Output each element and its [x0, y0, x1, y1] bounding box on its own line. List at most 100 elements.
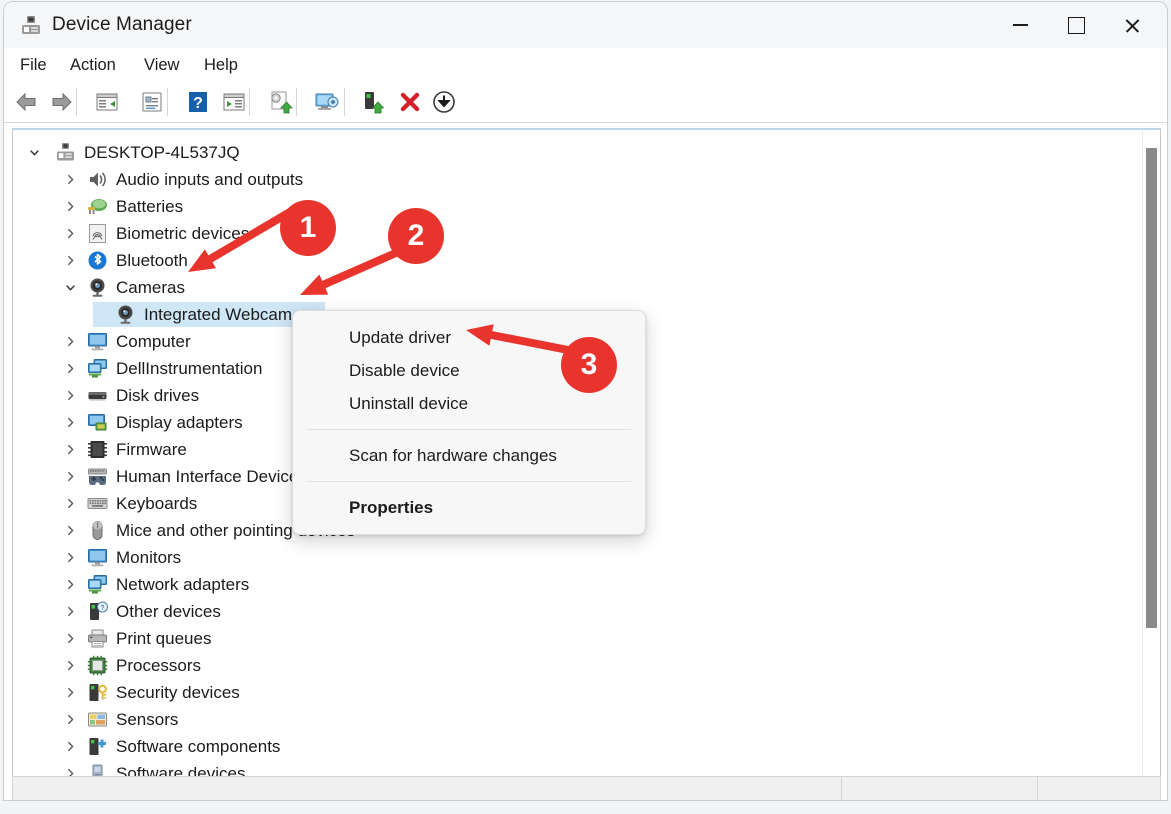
tree-item-label: Cameras	[116, 278, 185, 297]
tree-item[interactable]: Print queues	[13, 625, 1141, 652]
status-bar	[12, 776, 1161, 800]
chevron-down-icon[interactable]	[25, 143, 43, 161]
bluetooth-icon	[87, 250, 108, 271]
tree-item-label: Other devices	[116, 602, 221, 621]
toolbar-separator	[249, 88, 250, 116]
chevron-right-icon[interactable]	[61, 386, 79, 404]
chevron-right-icon[interactable]	[61, 413, 79, 431]
tree-item[interactable]: Biometric devices	[13, 220, 1141, 247]
menu-file[interactable]: File	[12, 53, 55, 77]
chevron-right-icon[interactable]	[61, 170, 79, 188]
tree-item-label: Display adapters	[116, 413, 243, 432]
chevron-right-icon[interactable]	[61, 548, 79, 566]
vertical-scrollbar[interactable]	[1142, 130, 1160, 776]
tree-item-label: Software components	[116, 737, 281, 756]
camera-icon	[87, 277, 108, 298]
back-icon[interactable]	[14, 89, 40, 115]
close-icon	[1124, 17, 1141, 34]
tree-root-node[interactable]: DESKTOP-4L537JQ	[13, 139, 1141, 166]
uninstall-device-icon[interactable]	[397, 89, 423, 115]
scan-hardware-changes-icon[interactable]	[314, 89, 340, 115]
tree-item-label: Software devices	[116, 764, 246, 777]
chevron-right-icon[interactable]	[61, 521, 79, 539]
tree-item[interactable]: Processors	[13, 652, 1141, 679]
tree-item-label: Monitors	[116, 548, 182, 567]
tree-root-label: DESKTOP-4L537JQ	[84, 143, 240, 162]
chevron-right-icon[interactable]	[61, 332, 79, 350]
chevron-right-icon[interactable]	[61, 224, 79, 242]
close-button[interactable]	[1109, 2, 1155, 48]
context-menu-item-scan-for-hardware-changes[interactable]: Scan for hardware changes	[293, 439, 645, 472]
chevron-right-icon[interactable]	[61, 494, 79, 512]
context-menu-separator	[307, 481, 631, 482]
tree-item[interactable]: Cameras	[13, 274, 1141, 301]
annotation-badge-1: 1	[280, 200, 336, 256]
tree-item[interactable]: Sensors	[13, 706, 1141, 733]
forward-icon[interactable]	[48, 89, 74, 115]
chevron-right-icon[interactable]	[61, 737, 79, 755]
tree-item[interactable]: Software components	[13, 733, 1141, 760]
properties-icon[interactable]	[139, 89, 165, 115]
chevron-right-icon[interactable]	[61, 629, 79, 647]
network-icon	[87, 358, 108, 379]
tree-item-label: Processors	[116, 656, 202, 675]
show-hide-console-tree-icon[interactable]	[94, 89, 120, 115]
toolbar-separator	[76, 88, 77, 116]
tree-item-label: Batteries	[116, 197, 184, 216]
chevron-right-icon[interactable]	[61, 683, 79, 701]
tree-item[interactable]: Software devices	[13, 760, 1141, 777]
enable-device-icon[interactable]	[361, 89, 387, 115]
chevron-right-icon[interactable]	[61, 467, 79, 485]
camera-icon	[115, 304, 136, 325]
maximize-button[interactable]	[1053, 2, 1099, 48]
tree-item-label: Network adapters	[116, 575, 250, 594]
title-bar: Device Manager	[4, 2, 1167, 48]
context-menu-item-properties[interactable]: Properties	[293, 491, 645, 524]
tree-item-label: DellInstrumentation	[116, 359, 263, 378]
update-driver-icon[interactable]	[267, 89, 293, 115]
tree-item[interactable]: Batteries	[13, 193, 1141, 220]
tree-item-label: Human Interface Device	[116, 467, 299, 486]
tree-item-label: Firmware	[116, 440, 187, 459]
tree-item-label: Bluetooth	[116, 251, 188, 270]
tree-item[interactable]: ? Other devices	[13, 598, 1141, 625]
minimize-button[interactable]	[997, 2, 1043, 48]
menu-help[interactable]: Help	[196, 53, 246, 77]
context-menu-separator	[307, 429, 631, 430]
menu-action[interactable]: Action	[62, 53, 124, 77]
maximize-icon	[1067, 16, 1085, 34]
show-hide-action-pane-icon[interactable]	[221, 89, 247, 115]
tree-item[interactable]: Security devices	[13, 679, 1141, 706]
network-icon	[87, 574, 108, 595]
disable-device-icon[interactable]	[431, 89, 457, 115]
tree-item[interactable]: Audio inputs and outputs	[13, 166, 1141, 193]
chevron-right-icon[interactable]	[61, 602, 79, 620]
tree-item[interactable]: Bluetooth	[13, 247, 1141, 274]
annotation-badge-3: 3	[561, 337, 617, 393]
tree-item-label: Disk drives	[116, 386, 200, 405]
chevron-right-icon[interactable]	[61, 656, 79, 674]
security-key-icon	[87, 682, 108, 703]
firmware-chip-icon	[87, 439, 108, 460]
help-icon[interactable]: ?	[185, 89, 211, 115]
tree-item-label: Audio inputs and outputs	[116, 170, 304, 189]
chevron-right-icon[interactable]	[61, 710, 79, 728]
chevron-right-icon[interactable]	[61, 575, 79, 593]
monitor-icon	[87, 547, 108, 568]
scrollbar-thumb[interactable]	[1146, 148, 1157, 628]
tree-item[interactable]: Network adapters	[13, 571, 1141, 598]
chevron-right-icon[interactable]	[61, 251, 79, 269]
toolbar: ?	[4, 82, 1167, 123]
tree-item[interactable]: Monitors	[13, 544, 1141, 571]
svg-text:?: ?	[193, 95, 203, 112]
device-manager-icon	[20, 14, 42, 36]
monitor-icon	[87, 331, 108, 352]
disk-drive-icon	[87, 385, 108, 406]
chevron-down-icon[interactable]	[61, 278, 79, 296]
printer-icon	[87, 628, 108, 649]
chevron-right-icon[interactable]	[61, 197, 79, 215]
device-manager-window: Device Manager File Action View Help ? DESK…	[4, 2, 1167, 800]
chevron-right-icon[interactable]	[61, 440, 79, 458]
menu-view[interactable]: View	[136, 53, 187, 77]
chevron-right-icon[interactable]	[61, 359, 79, 377]
